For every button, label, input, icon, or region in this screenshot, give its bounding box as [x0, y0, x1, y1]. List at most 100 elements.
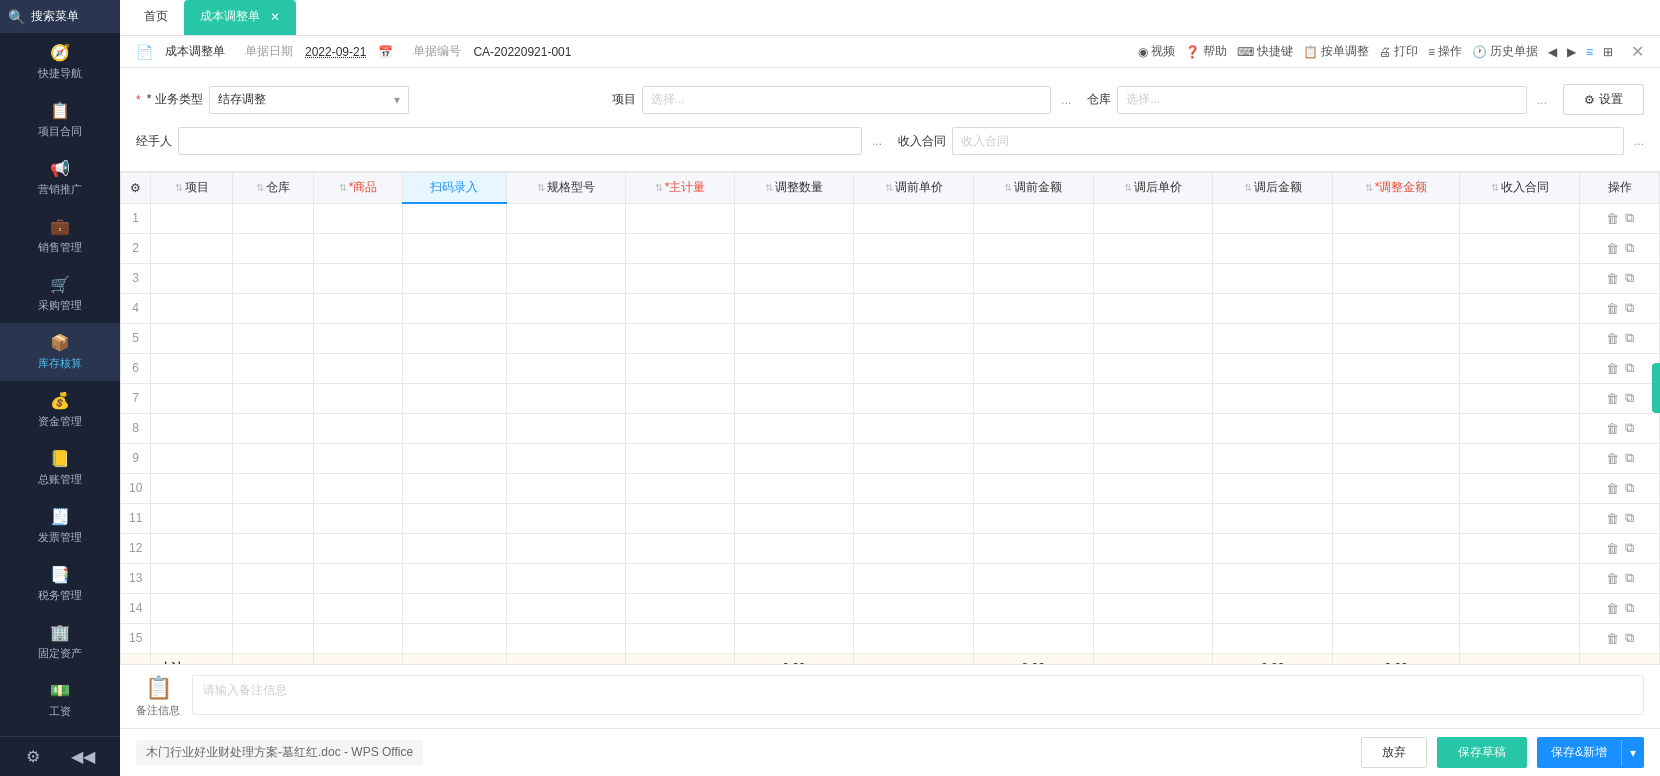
delete-row-icon-4[interactable]: 🗑 [1606, 301, 1619, 316]
handler-input[interactable] [178, 127, 862, 155]
operation-btn[interactable]: ≡ 操作 [1428, 43, 1462, 60]
copy-row-icon-14[interactable]: ⧉ [1625, 600, 1634, 616]
delete-row-icon-6[interactable]: 🗑 [1606, 361, 1619, 376]
note-icon-area[interactable]: 📋 备注信息 [136, 675, 180, 718]
copy-row-icon-13[interactable]: ⧉ [1625, 570, 1634, 586]
cell-actions-8[interactable]: 🗑 ⧉ [1580, 413, 1660, 443]
copy-row-icon-3[interactable]: ⧉ [1625, 270, 1634, 286]
cell-actions-9[interactable]: 🗑 ⧉ [1580, 443, 1660, 473]
settings-col-icon[interactable]: ⚙ [130, 181, 141, 195]
delete-row-icon-13[interactable]: 🗑 [1606, 571, 1619, 586]
copy-row-icon-5[interactable]: ⧉ [1625, 330, 1634, 346]
calendar-icon[interactable]: 📅 [378, 45, 393, 59]
tab-home[interactable]: 首页 [128, 0, 184, 35]
income-contract-dots[interactable]: ... [1634, 134, 1644, 148]
cell-actions-10[interactable]: 🗑 ⧉ [1580, 473, 1660, 503]
cell-actions-12[interactable]: 🗑 ⧉ [1580, 533, 1660, 563]
project-input[interactable]: 选择... [642, 86, 1052, 114]
sidebar-item-sales-promo[interactable]: 📢 营销推广 [0, 149, 120, 207]
cell-actions-3[interactable]: 🗑 ⧉ [1580, 263, 1660, 293]
review-btn[interactable]: 📋 按单调整 [1303, 43, 1369, 60]
subtotal-after_price [1093, 653, 1213, 664]
warehouse-input[interactable]: 选择... [1117, 86, 1527, 114]
copy-row-icon-10[interactable]: ⧉ [1625, 480, 1634, 496]
cell-actions-5[interactable]: 🗑 ⧉ [1580, 323, 1660, 353]
copy-row-icon-12[interactable]: ⧉ [1625, 540, 1634, 556]
cell-after_price-11 [1093, 503, 1213, 533]
sidebar-item-invoice[interactable]: 🧾 发票管理 [0, 497, 120, 555]
copy-row-icon-1[interactable]: ⧉ [1625, 210, 1634, 226]
delete-row-icon-11[interactable]: 🗑 [1606, 511, 1619, 526]
discard-btn[interactable]: 放弃 [1361, 737, 1427, 768]
tab-close-icon[interactable]: ✕ [270, 10, 280, 24]
cell-actions-6[interactable]: 🗑 ⧉ [1580, 353, 1660, 383]
delete-row-icon-8[interactable]: 🗑 [1606, 421, 1619, 436]
cell-actions-4[interactable]: 🗑 ⧉ [1580, 293, 1660, 323]
cell-actions-1[interactable]: 🗑 ⧉ [1580, 203, 1660, 233]
save-new-main-btn[interactable]: 保存&新增 [1537, 738, 1621, 767]
copy-row-icon-9[interactable]: ⧉ [1625, 450, 1634, 466]
cell-actions-2[interactable]: 🗑 ⧉ [1580, 233, 1660, 263]
delete-row-icon-9[interactable]: 🗑 [1606, 451, 1619, 466]
sidebar-item-finance[interactable]: 💰 资金管理 [0, 381, 120, 439]
sidebar-item-fixed-assets[interactable]: 🏢 固定资产 [0, 613, 120, 671]
sidebar-item-purchase-mgmt[interactable]: 🛒 采购管理 [0, 265, 120, 323]
nav-prev-btn[interactable]: ◀ [1548, 45, 1557, 59]
sidebar-search[interactable]: 🔍 搜索菜单 [0, 0, 120, 33]
copy-row-icon-6[interactable]: ⧉ [1625, 360, 1634, 376]
tab-cost-adjust[interactable]: 成本调整单 ✕ [184, 0, 296, 35]
shortcut-btn[interactable]: ⌨ 快捷键 [1237, 43, 1293, 60]
delete-row-icon-15[interactable]: 🗑 [1606, 631, 1619, 646]
copy-row-icon-8[interactable]: ⧉ [1625, 420, 1634, 436]
cell-actions-15[interactable]: 🗑 ⧉ [1580, 623, 1660, 653]
print-btn[interactable]: 🖨 打印 [1379, 43, 1418, 60]
sidebar-item-ops-mgmt[interactable]: 📊 经营管理 [0, 729, 120, 736]
sidebar-item-sales-mgmt[interactable]: 💼 销售管理 [0, 207, 120, 265]
income-contract-input[interactable]: 收入合同 [952, 127, 1624, 155]
cell-actions-14[interactable]: 🗑 ⧉ [1580, 593, 1660, 623]
sidebar-item-quick-nav[interactable]: 🧭 快捷导航 [0, 33, 120, 91]
sidebar-item-tax[interactable]: 📑 税务管理 [0, 555, 120, 613]
save-new-arrow-btn[interactable]: ▾ [1621, 740, 1644, 766]
sidebar-item-ledger[interactable]: 📒 总账管理 [0, 439, 120, 497]
nav-next-btn[interactable]: ▶ [1567, 45, 1576, 59]
delete-row-icon-14[interactable]: 🗑 [1606, 601, 1619, 616]
card-view-btn[interactable]: ⊞ [1603, 45, 1613, 59]
copy-row-icon-2[interactable]: ⧉ [1625, 240, 1634, 256]
delete-row-icon-12[interactable]: 🗑 [1606, 541, 1619, 556]
history-btn[interactable]: 🕐 历史单据 [1472, 43, 1538, 60]
date-value[interactable]: 2022-09-21 [305, 45, 366, 59]
delete-row-icon-10[interactable]: 🗑 [1606, 481, 1619, 496]
note-input[interactable]: 请输入备注信息 [192, 675, 1644, 715]
copy-row-icon-15[interactable]: ⧉ [1625, 630, 1634, 646]
warehouse-dots[interactable]: ... [1537, 93, 1547, 107]
copy-row-icon-11[interactable]: ⧉ [1625, 510, 1634, 526]
delete-row-icon-3[interactable]: 🗑 [1606, 271, 1619, 286]
save-draft-btn[interactable]: 保存草稿 [1437, 737, 1527, 768]
cell-actions-11[interactable]: 🗑 ⧉ [1580, 503, 1660, 533]
project-dots[interactable]: ... [1061, 93, 1071, 107]
col-header-scan[interactable]: 扫码录入 [403, 173, 507, 204]
delete-row-icon-2[interactable]: 🗑 [1606, 241, 1619, 256]
delete-row-icon-5[interactable]: 🗑 [1606, 331, 1619, 346]
copy-row-icon-4[interactable]: ⧉ [1625, 300, 1634, 316]
settings-icon[interactable]: ⚙ [26, 747, 40, 766]
copy-row-icon-7[interactable]: ⧉ [1625, 390, 1634, 406]
help-btn[interactable]: ❓ 帮助 [1185, 43, 1227, 60]
preview-btn[interactable]: ◉ 视频 [1138, 43, 1175, 60]
sidebar-item-inventory[interactable]: 📦 库存核算 [0, 323, 120, 381]
window-close-btn[interactable]: ✕ [1631, 42, 1644, 61]
cell-actions-7[interactable]: 🗑 ⧉ [1580, 383, 1660, 413]
collapse-icon[interactable]: ◀◀ [71, 747, 95, 766]
sidebar-item-payroll[interactable]: 💵 工资 [0, 671, 120, 729]
biz-type-select[interactable]: 结存调整 ▾ [209, 86, 409, 114]
delete-row-icon-7[interactable]: 🗑 [1606, 391, 1619, 406]
cell-actions-13[interactable]: 🗑 ⧉ [1580, 563, 1660, 593]
sidebar-item-project-contract[interactable]: 📋 项目合同 [0, 91, 120, 149]
right-side-indicator[interactable] [1652, 363, 1660, 413]
delete-row-icon-1[interactable]: 🗑 [1606, 211, 1619, 226]
handler-dots[interactable]: ... [872, 134, 882, 148]
settings-btn[interactable]: ⚙ 设置 [1563, 84, 1644, 115]
table-container[interactable]: ⚙⇅项目⇅仓库⇅*商品扫码录入⇅规格型号⇅*主计量⇅调整数量⇅调前单价⇅调前金额… [120, 172, 1660, 664]
list-view-btn[interactable]: ≡ [1586, 45, 1593, 59]
